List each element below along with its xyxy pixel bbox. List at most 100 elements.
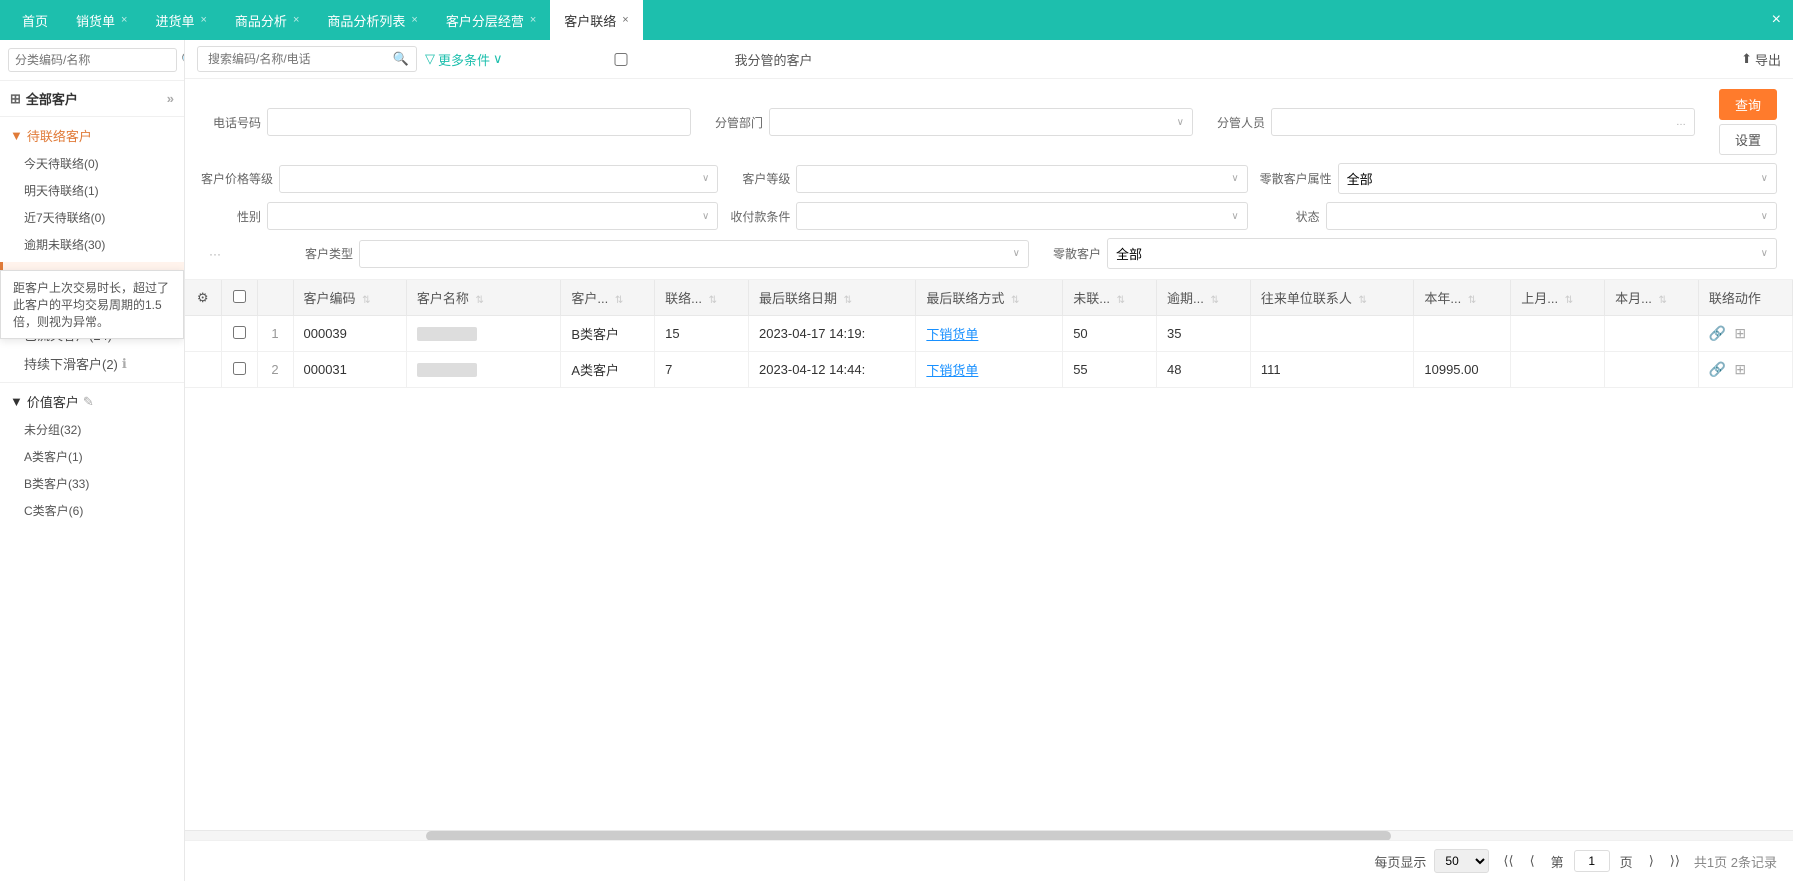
page-next-btn[interactable]: ⟩ — [1643, 851, 1660, 871]
grid-action-icon-2[interactable]: ⊞ — [1734, 361, 1746, 378]
sidebar-group-waiting-title[interactable]: ▼ 待联络客户 — [0, 121, 184, 150]
nav-item-home[interactable]: 首页 — [8, 0, 62, 40]
dept-input[interactable]: ∨ — [769, 108, 1193, 136]
td-last-month-1 — [1511, 316, 1605, 352]
row-checkbox-1[interactable] — [233, 326, 246, 339]
td-level-1: B类客户 — [561, 316, 655, 352]
phone-input[interactable] — [267, 108, 691, 136]
link-icon-1[interactable]: 🔗 — [1709, 325, 1726, 342]
status-input[interactable]: ∨ — [1326, 202, 1777, 230]
nav-label-analysis: 商品分析 — [235, 11, 287, 30]
page-input[interactable] — [1574, 850, 1610, 872]
sidebar-item-class-c[interactable]: C类客户(6) — [0, 497, 184, 524]
th-not-contacted-label: 未联... — [1073, 291, 1110, 306]
query-button[interactable]: 查询 — [1719, 89, 1777, 120]
sort-icon-date[interactable]: ⇅ — [844, 295, 852, 306]
info-icon-declining[interactable]: ℹ — [122, 356, 127, 372]
td-last-method-2[interactable]: 下销货单 — [916, 352, 1063, 388]
export-btn[interactable]: ⬆ 导出 — [1741, 50, 1781, 69]
sort-icon-this-month[interactable]: ⇅ — [1659, 295, 1667, 306]
nav-close-contact[interactable]: × — [622, 14, 628, 26]
nav-close-sales[interactable]: × — [121, 14, 127, 26]
td-overdue-1: 35 — [1157, 316, 1251, 352]
sidebar-search-icon[interactable]: 🔍 — [181, 52, 185, 68]
sidebar-item-declining[interactable]: 持续下滑客户(2) ℹ — [0, 349, 184, 378]
nav-label-sales: 销货单 — [76, 11, 115, 30]
sort-icon-last-month[interactable]: ⇅ — [1565, 295, 1573, 306]
total-records-label: 共1页 2条记录 — [1694, 852, 1777, 871]
nav-item-purchase[interactable]: 进货单 × — [141, 0, 220, 40]
gender-input[interactable]: ∨ — [267, 202, 718, 230]
filter-row-2: 客户价格等级 ∨ 客户等级 ∨ 零散客户属性 全部 ∨ — [201, 163, 1777, 194]
horizontal-scrollbar[interactable] — [185, 830, 1793, 840]
last-method-link-2[interactable]: 下销货单 — [926, 363, 978, 378]
search-input[interactable] — [197, 46, 417, 72]
sidebar-item-class-a[interactable]: A类客户(1) — [0, 443, 184, 470]
sort-icon-name[interactable]: ⇅ — [475, 295, 483, 306]
filter-more-dots-btn[interactable]: ··· — [209, 247, 221, 261]
sort-icon-not-contacted[interactable]: ⇅ — [1117, 295, 1125, 306]
select-all-checkbox[interactable] — [233, 290, 246, 303]
th-gear: ⚙ — [185, 280, 221, 316]
sort-icon-this-year[interactable]: ⇅ — [1468, 295, 1476, 306]
page-first-btn[interactable]: ⟨⟨ — [1497, 851, 1519, 871]
sidebar-item-class-b[interactable]: B类客户(33) — [0, 470, 184, 497]
sidebar-all-customers-header[interactable]: ⊞ 全部客户 » — [0, 81, 184, 117]
nav-item-analysis-list[interactable]: 商品分析列表 × — [313, 0, 431, 40]
payment-input[interactable]: ∨ — [796, 202, 1247, 230]
sort-icon-overdue[interactable]: ⇅ — [1210, 295, 1218, 306]
price-level-arrow: ∨ — [702, 173, 709, 184]
retail-attr-input[interactable]: 全部 ∨ — [1338, 163, 1777, 194]
sidebar-item-today[interactable]: 今天待联络(0) — [0, 150, 184, 177]
sort-icon-contact[interactable]: ⇅ — [709, 295, 717, 306]
page-size-select[interactable]: 50 20 100 — [1434, 849, 1489, 873]
my-customers-checkbox-label[interactable]: 我分管的客户 — [511, 50, 813, 69]
sidebar-item-7days[interactable]: 近7天待联络(0) — [0, 204, 184, 231]
sidebar-search-area: 🔍 — [0, 40, 184, 81]
sidebar-all-customers-label: 全部客户 — [26, 89, 78, 108]
sort-icon-unit-contacts[interactable]: ⇅ — [1358, 295, 1366, 306]
link-icon-2[interactable]: 🔗 — [1709, 361, 1726, 378]
filter-field-phone: 电话号码 — [201, 108, 691, 136]
sidebar-search-input[interactable] — [8, 48, 177, 72]
td-unit-contacts-1 — [1250, 316, 1414, 352]
td-last-date-2: 2023-04-12 14:44: — [748, 352, 915, 388]
sidebar-collapse-icon[interactable]: » — [167, 91, 174, 106]
nav-item-segmented[interactable]: 客户分层经营 × — [432, 0, 550, 40]
sort-icon-code[interactable]: ⇅ — [362, 295, 370, 306]
edit-icon-value[interactable]: ✎ — [83, 394, 94, 410]
sort-icon-method[interactable]: ⇅ — [1011, 295, 1019, 306]
sort-icon-level[interactable]: ⇅ — [615, 295, 623, 306]
customer-type-input[interactable]: ∨ — [359, 240, 1029, 268]
manager-input[interactable]: … — [1271, 108, 1695, 136]
retail-customer-input[interactable]: 全部 ∨ — [1107, 238, 1777, 269]
nav-close-analysis-list[interactable]: × — [411, 14, 417, 26]
sidebar-item-overdue[interactable]: 逾期未联络(30) — [0, 231, 184, 258]
settings-button[interactable]: 设置 — [1719, 124, 1777, 155]
nav-item-analysis[interactable]: 商品分析 × — [221, 0, 313, 40]
th-unit-contacts-label: 往来单位联系人 — [1261, 291, 1352, 306]
customer-level-input[interactable]: ∨ — [796, 165, 1247, 193]
nav-item-contact[interactable]: 客户联络 × — [550, 0, 642, 40]
sidebar-item-ungrouped[interactable]: 未分组(32) — [0, 416, 184, 443]
my-customers-checkbox[interactable] — [511, 53, 731, 66]
page-prev-btn[interactable]: ⟨ — [1524, 851, 1541, 871]
nav-close-purchase[interactable]: × — [200, 14, 206, 26]
nav-item-sales[interactable]: 销货单 × — [62, 0, 141, 40]
more-conditions-btn[interactable]: ▽ 更多条件 ∨ — [425, 50, 503, 69]
row-checkbox-2[interactable] — [233, 362, 246, 375]
last-method-link-1[interactable]: 下销货单 — [926, 327, 978, 342]
price-level-input[interactable]: ∨ — [279, 165, 718, 193]
th-overdue: 逾期... ⇅ — [1157, 280, 1251, 316]
search-icon[interactable]: 🔍 — [393, 51, 409, 67]
nav-close-analysis[interactable]: × — [293, 14, 299, 26]
td-last-method-1[interactable]: 下销货单 — [916, 316, 1063, 352]
window-close-button[interactable]: × — [1772, 11, 1781, 29]
sidebar-item-tomorrow[interactable]: 明天待联络(1) — [0, 177, 184, 204]
my-customers-label: 我分管的客户 — [735, 50, 813, 69]
nav-close-segmented[interactable]: × — [530, 14, 536, 26]
grid-action-icon-1[interactable]: ⊞ — [1734, 325, 1746, 342]
page-last-btn[interactable]: ⟩⟩ — [1664, 851, 1686, 871]
sidebar-value-group-header[interactable]: ▼ 价值客户 ✎ — [0, 387, 184, 416]
gear-icon[interactable]: ⚙ — [197, 290, 209, 305]
